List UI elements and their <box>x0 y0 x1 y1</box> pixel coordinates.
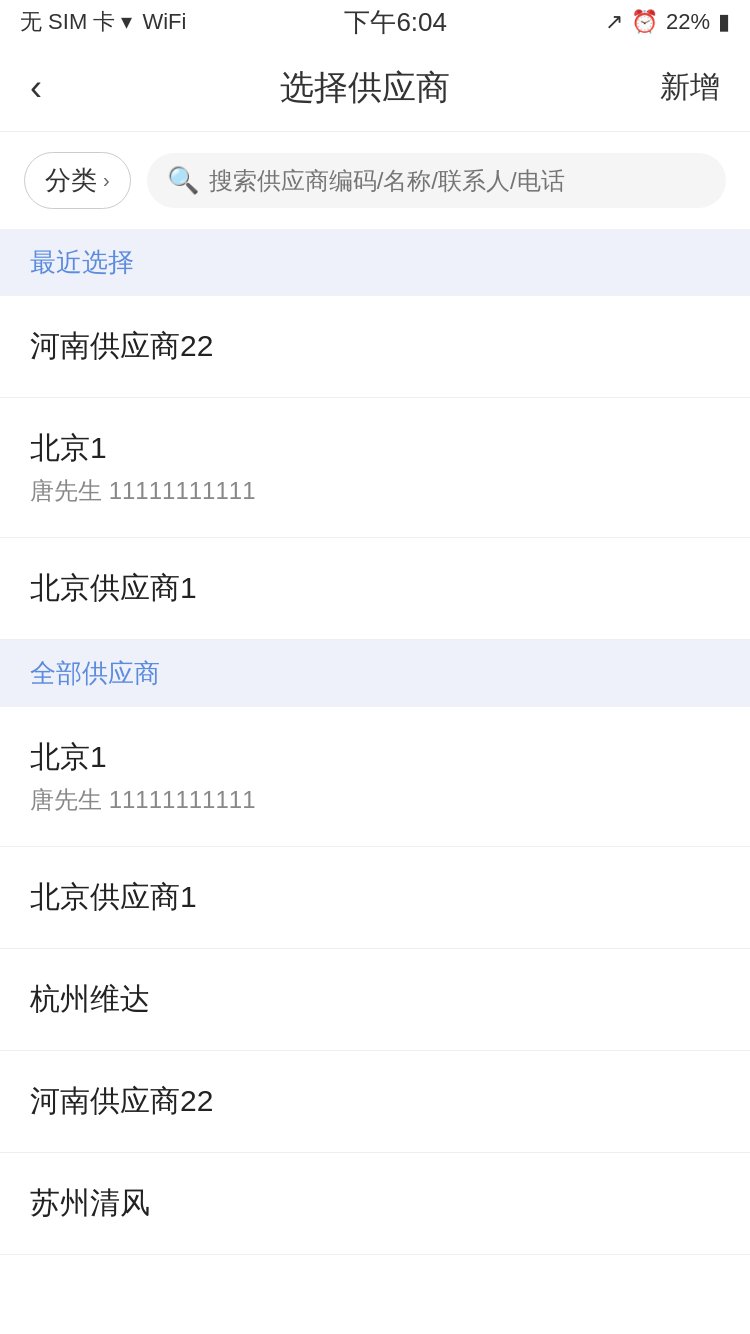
list-item[interactable]: 北京1 唐先生 11111111111 <box>0 707 750 847</box>
sim-status: 无 SIM 卡 ▾ <box>20 7 132 37</box>
list-item[interactable]: 河南供应商22 <box>0 1051 750 1153</box>
list-item[interactable]: 北京供应商1 <box>0 538 750 640</box>
back-button[interactable]: ‹ <box>30 67 90 109</box>
supplier-name: 北京1 <box>30 428 720 469</box>
supplier-contact: 唐先生 11111111111 <box>30 784 720 816</box>
supplier-list: 最近选择河南供应商22 北京1 唐先生 11111111111 北京供应商1 全部供应商… <box>0 229 750 1255</box>
filter-bar: 分类 › 🔍 <box>0 132 750 229</box>
supplier-name: 杭州维达 <box>30 979 720 1020</box>
section-header-all: 全部供应商 <box>0 640 750 707</box>
category-label: 分类 <box>45 163 97 198</box>
battery-icon: ▮ <box>718 9 730 35</box>
search-box: 🔍 <box>147 153 726 208</box>
supplier-contact: 唐先生 11111111111 <box>30 475 720 507</box>
supplier-name: 苏州清风 <box>30 1183 720 1224</box>
category-button[interactable]: 分类 › <box>24 152 131 209</box>
list-item[interactable]: 苏州清风 <box>0 1153 750 1255</box>
status-left: 无 SIM 卡 ▾ WiFi <box>20 7 186 37</box>
list-item[interactable]: 北京供应商1 <box>0 847 750 949</box>
supplier-name: 河南供应商22 <box>30 1081 720 1122</box>
page-title: 选择供应商 <box>280 65 450 111</box>
supplier-name: 北京供应商1 <box>30 568 720 609</box>
add-button[interactable]: 新增 <box>640 67 720 108</box>
wifi-icon: WiFi <box>142 9 186 35</box>
status-right: ↗ ⏰ 22% ▮ <box>605 9 730 35</box>
search-icon: 🔍 <box>167 165 199 196</box>
supplier-name: 河南供应商22 <box>30 326 720 367</box>
status-bar: 无 SIM 卡 ▾ WiFi 下午6:04 ↗ ⏰ 22% ▮ <box>0 0 750 44</box>
search-input[interactable] <box>209 167 706 195</box>
status-time: 下午6:04 <box>344 5 447 40</box>
list-item[interactable]: 河南供应商22 <box>0 296 750 398</box>
supplier-name: 北京1 <box>30 737 720 778</box>
battery-text: 22% <box>666 9 710 35</box>
section-header-recent: 最近选择 <box>0 229 750 296</box>
chevron-right-icon: › <box>103 169 110 192</box>
nav-bar: ‹ 选择供应商 新增 <box>0 44 750 132</box>
supplier-name: 北京供应商1 <box>30 877 720 918</box>
list-item[interactable]: 杭州维达 <box>0 949 750 1051</box>
list-item[interactable]: 北京1 唐先生 11111111111 <box>0 398 750 538</box>
location-icon: ↗ <box>605 9 623 35</box>
alarm-icon: ⏰ <box>631 9 658 35</box>
